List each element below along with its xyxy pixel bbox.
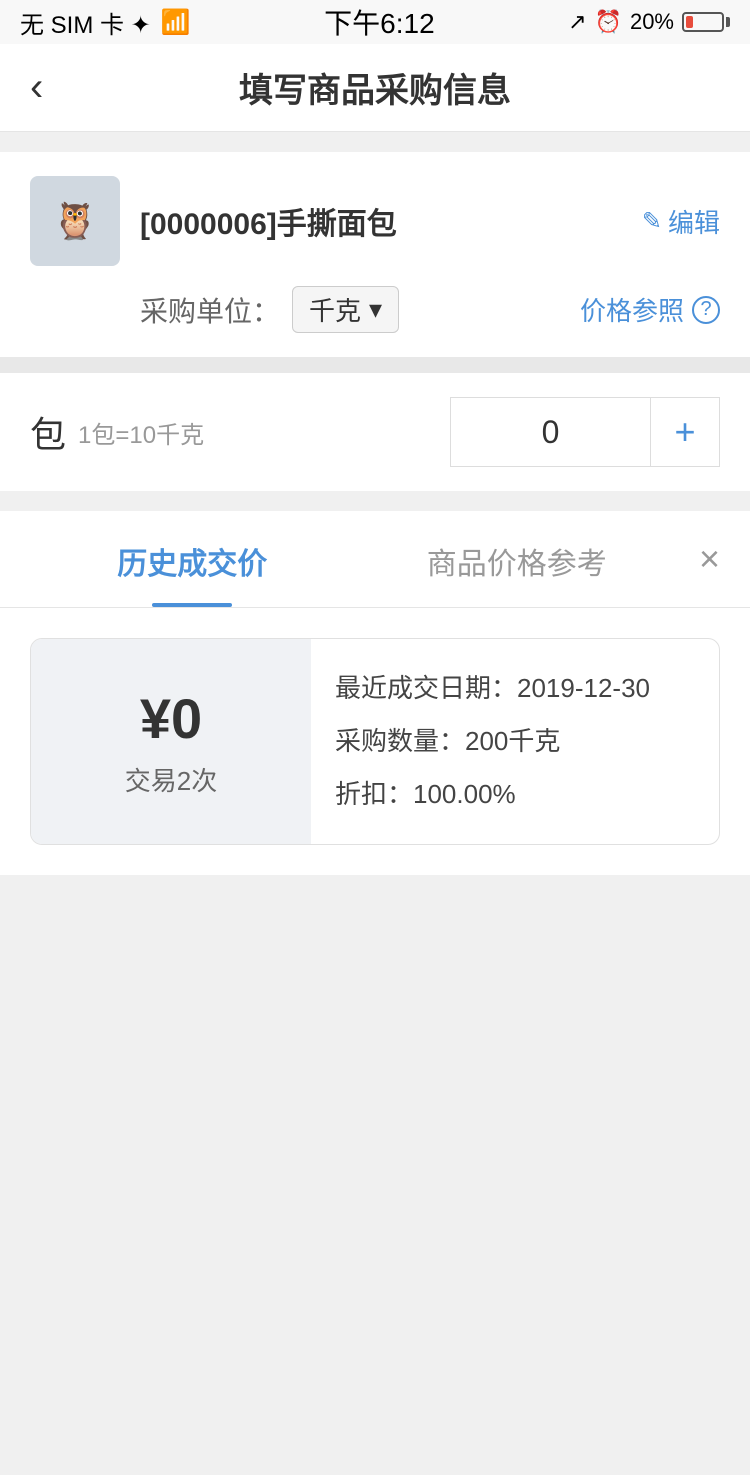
product-name: [0000006]手撕面包 — [140, 199, 397, 243]
unit-label-text: 采购单位： — [140, 290, 280, 330]
section-divider — [0, 357, 750, 373]
recent-date-value: 2019-12-30 — [517, 673, 650, 703]
quantity-control: 0 + — [450, 397, 720, 467]
location-icon: ↗ — [568, 9, 586, 35]
tab-content: ¥0 交易2次 最近成交日期：2019-12-30 采购数量：200千克 折扣：… — [0, 608, 750, 875]
price-details: 最近成交日期：2019-12-30 采购数量：200千克 折扣：100.00% — [311, 639, 719, 844]
product-card: 🦉 [0000006]手撕面包 ✎ 编辑 采购单位： 千克 ▾ 价格参照 ? — [0, 152, 750, 357]
dropdown-arrow-icon: ▾ — [369, 294, 382, 325]
price-summary: ¥0 交易2次 — [31, 639, 311, 844]
unit-badge: 包 — [30, 406, 66, 458]
price-ref-label: 价格参照 — [580, 291, 684, 328]
alarm-icon: ⏰ — [595, 9, 622, 35]
unit-select[interactable]: 千克 ▾ — [292, 286, 399, 333]
price-currency: ¥ — [140, 687, 171, 750]
page-title: 填写商品采购信息 — [239, 63, 511, 112]
quantity-input[interactable]: 0 — [450, 397, 650, 467]
recent-date-row: 最近成交日期：2019-12-30 — [335, 669, 695, 708]
status-time: 下午6:12 — [324, 2, 435, 42]
discount-value: 100.00% — [413, 779, 516, 809]
purchase-qty-value: 200千克 — [465, 726, 560, 756]
purchase-qty-label: 采购数量： — [335, 726, 465, 756]
tab-history-price[interactable]: 历史成交价 — [30, 511, 354, 607]
owl-icon: 🦉 — [53, 200, 98, 242]
unit-equiv: 1包=10千克 — [78, 415, 204, 450]
battery-percentage: 20% — [630, 9, 674, 35]
discount-row: 折扣：100.00% — [335, 775, 695, 814]
question-icon: ? — [692, 296, 720, 324]
wifi-icon: 📶 — [161, 8, 191, 37]
tabs-panel: 历史成交价 商品价格参考 × ¥0 交易2次 最近成交日期：2019-12-30… — [0, 511, 750, 875]
status-right: ↗ ⏰ 20% — [568, 9, 730, 35]
price-ref-button[interactable]: 价格参照 ? — [580, 291, 720, 328]
product-meta: 采购单位： 千克 ▾ 价格参照 ? — [30, 286, 720, 333]
tab-active-indicator — [152, 603, 232, 607]
tabs-close-button[interactable]: × — [679, 538, 720, 580]
edit-label: 编辑 — [668, 203, 720, 240]
unit-label-group: 包 1包=10千克 — [30, 406, 204, 458]
discount-label: 折扣： — [335, 779, 413, 809]
tab-product-price[interactable]: 商品价格参考 — [354, 511, 678, 607]
tab-history-price-label: 历史成交价 — [117, 548, 267, 581]
quantity-value: 0 — [542, 414, 560, 451]
back-button[interactable]: ‹ — [30, 65, 63, 110]
edit-button[interactable]: ✎ 编辑 — [642, 203, 720, 240]
page-background — [0, 875, 750, 1475]
product-header: 🦉 [0000006]手撕面包 ✎ 编辑 — [30, 176, 720, 266]
price-amount: ¥0 — [140, 686, 202, 751]
edit-icon: ✎ — [642, 207, 662, 236]
nav-bar: ‹ 填写商品采购信息 — [0, 44, 750, 132]
unit-value: 千克 — [309, 291, 361, 328]
status-bar: 无 SIM 卡 ✦ 📶 下午6:12 ↗ ⏰ 20% — [0, 0, 750, 44]
plus-icon: + — [674, 411, 695, 453]
sim-signal-text: 无 SIM 卡 ✦ — [20, 5, 151, 40]
quantity-plus-button[interactable]: + — [650, 397, 720, 467]
unit-row: 采购单位： 千克 ▾ — [140, 286, 399, 333]
price-tx-count: 交易2次 — [125, 761, 217, 798]
purchase-qty-row: 采购数量：200千克 — [335, 722, 695, 761]
tab-product-price-label: 商品价格参考 — [427, 548, 607, 581]
recent-date-label: 最近成交日期： — [335, 673, 517, 703]
price-card: ¥0 交易2次 最近成交日期：2019-12-30 采购数量：200千克 折扣：… — [30, 638, 720, 845]
status-left: 无 SIM 卡 ✦ 📶 — [20, 5, 191, 40]
product-logo: 🦉 — [30, 176, 120, 266]
quantity-row: 包 1包=10千克 0 + — [0, 373, 750, 491]
product-info: 🦉 [0000006]手撕面包 — [30, 176, 397, 266]
tabs-header: 历史成交价 商品价格参考 × — [0, 511, 750, 608]
battery-icon — [682, 12, 730, 32]
price-value: 0 — [171, 687, 202, 750]
logo-inner: 🦉 — [40, 186, 110, 256]
